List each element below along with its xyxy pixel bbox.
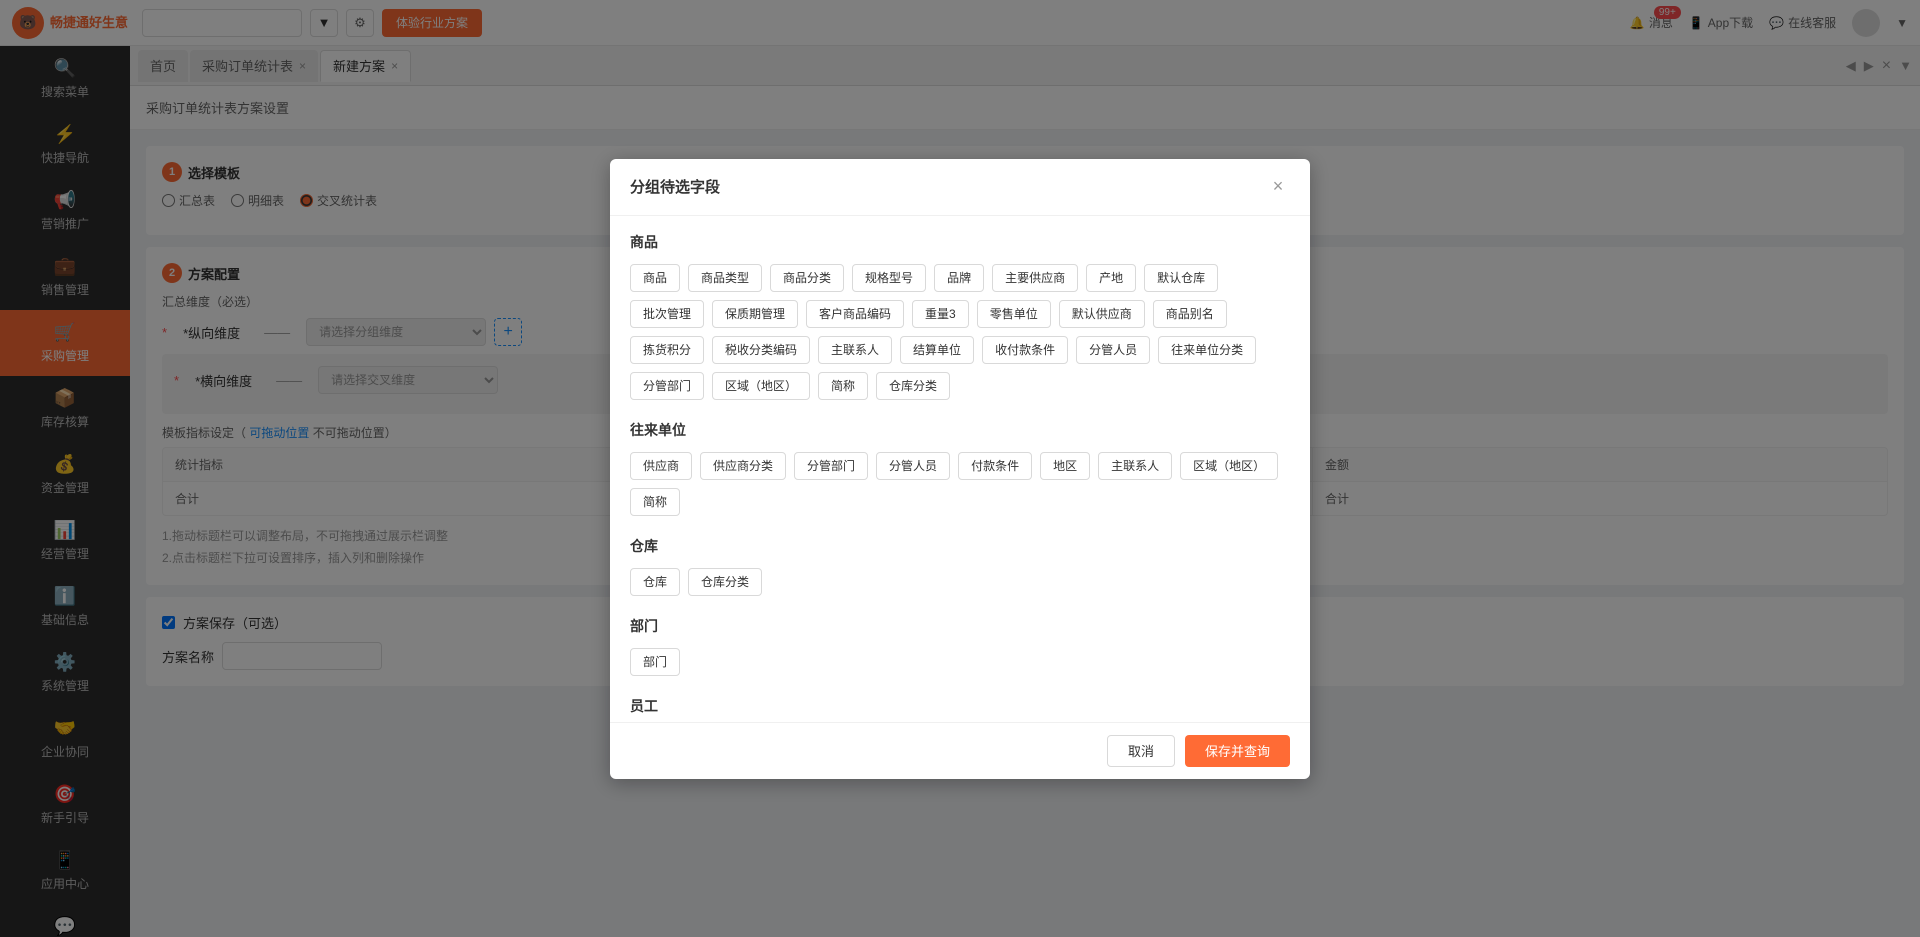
section-employee-title: 员工 xyxy=(630,696,1290,716)
field-tag-wh-category[interactable]: 仓库分类 xyxy=(876,372,950,400)
field-tag-partner-short[interactable]: 简称 xyxy=(630,488,680,516)
section-goods-title: 商品 xyxy=(630,232,1290,252)
field-tag-partner-supervisor[interactable]: 分管人员 xyxy=(876,452,950,480)
section-partner: 往来单位 供应商 供应商分类 分管部门 分管人员 付款条件 地区 主联系人 区域… xyxy=(630,420,1290,516)
field-tag-supplier-cat[interactable]: 供应商分类 xyxy=(700,452,786,480)
field-tag-spec-model[interactable]: 规格型号 xyxy=(852,264,926,292)
field-tag-partner-region[interactable]: 区域（地区） xyxy=(1180,452,1278,480)
section-goods: 商品 商品 商品类型 商品分类 规格型号 品牌 主要供应商 产地 默认仓库 批次… xyxy=(630,232,1290,400)
modal-body: 商品 商品 商品类型 商品分类 规格型号 品牌 主要供应商 产地 默认仓库 批次… xyxy=(610,216,1310,722)
section-partner-title: 往来单位 xyxy=(630,420,1290,440)
modal-overlay: 分组待选字段 × 商品 商品 商品类型 商品分类 规格型号 品牌 主要供应商 产… xyxy=(0,0,1920,937)
field-tag-wh[interactable]: 仓库 xyxy=(630,568,680,596)
field-tag-partner-contact[interactable]: 主联系人 xyxy=(1098,452,1172,480)
field-tag-goods-dept[interactable]: 分管部门 xyxy=(630,372,704,400)
field-tag-supervisor[interactable]: 分管人员 xyxy=(1076,336,1150,364)
field-tag-goods-type[interactable]: 商品类型 xyxy=(688,264,762,292)
field-tag-pickup-points[interactable]: 拣货积分 xyxy=(630,336,704,364)
modal-footer: 取消 保存并查询 xyxy=(610,722,1310,779)
field-tag-expiry-mgmt[interactable]: 保质期管理 xyxy=(712,300,798,328)
field-tag-area[interactable]: 地区 xyxy=(1040,452,1090,480)
field-tag-default-warehouse[interactable]: 默认仓库 xyxy=(1144,264,1218,292)
cancel-button[interactable]: 取消 xyxy=(1107,735,1175,767)
field-tag-payment-cond[interactable]: 付款条件 xyxy=(958,452,1032,480)
warehouse-field-tags: 仓库 仓库分类 xyxy=(630,568,1290,596)
section-warehouse: 仓库 仓库 仓库分类 xyxy=(630,536,1290,596)
field-tag-goods-category[interactable]: 商品分类 xyxy=(770,264,844,292)
field-tag-dep[interactable]: 部门 xyxy=(630,648,680,676)
field-tag-customer-code[interactable]: 客户商品编码 xyxy=(806,300,904,328)
field-tag-goods-short[interactable]: 简称 xyxy=(818,372,868,400)
field-tag-goods[interactable]: 商品 xyxy=(630,264,680,292)
partner-field-tags: 供应商 供应商分类 分管部门 分管人员 付款条件 地区 主联系人 区域（地区） … xyxy=(630,452,1290,516)
field-tag-supplier[interactable]: 供应商 xyxy=(630,452,692,480)
field-tag-tax-code[interactable]: 税收分类编码 xyxy=(712,336,810,364)
goods-field-tags: 商品 商品类型 商品分类 规格型号 品牌 主要供应商 产地 默认仓库 批次管理 … xyxy=(630,264,1290,400)
modal: 分组待选字段 × 商品 商品 商品类型 商品分类 规格型号 品牌 主要供应商 产… xyxy=(610,159,1310,779)
section-department-title: 部门 xyxy=(630,616,1290,636)
field-tag-wh-cat[interactable]: 仓库分类 xyxy=(688,568,762,596)
field-tag-origin[interactable]: 产地 xyxy=(1086,264,1136,292)
field-tag-batch-mgmt[interactable]: 批次管理 xyxy=(630,300,704,328)
department-field-tags: 部门 xyxy=(630,648,1290,676)
field-tag-partner-dept[interactable]: 分管部门 xyxy=(794,452,868,480)
modal-title: 分组待选字段 xyxy=(630,176,720,197)
field-tag-from-unit-cat[interactable]: 往来单位分类 xyxy=(1158,336,1256,364)
section-warehouse-title: 仓库 xyxy=(630,536,1290,556)
modal-header: 分组待选字段 × xyxy=(610,159,1310,216)
field-tag-default-supplier[interactable]: 默认供应商 xyxy=(1059,300,1145,328)
section-employee: 员工 业务员 xyxy=(630,696,1290,722)
field-tag-weight3[interactable]: 重量3 xyxy=(912,300,969,328)
field-tag-settlement-unit[interactable]: 结算单位 xyxy=(900,336,974,364)
field-tag-brand[interactable]: 品牌 xyxy=(934,264,984,292)
save-button[interactable]: 保存并查询 xyxy=(1185,735,1290,767)
field-tag-goods-region[interactable]: 区域（地区） xyxy=(712,372,810,400)
section-department: 部门 部门 xyxy=(630,616,1290,676)
field-tag-payment-terms[interactable]: 收付款条件 xyxy=(982,336,1068,364)
field-tag-goods-alias[interactable]: 商品别名 xyxy=(1153,300,1227,328)
field-tag-main-contact[interactable]: 主联系人 xyxy=(818,336,892,364)
field-tag-retail-unit[interactable]: 零售单位 xyxy=(977,300,1051,328)
field-tag-main-supplier[interactable]: 主要供应商 xyxy=(992,264,1078,292)
modal-close-btn[interactable]: × xyxy=(1266,175,1290,199)
